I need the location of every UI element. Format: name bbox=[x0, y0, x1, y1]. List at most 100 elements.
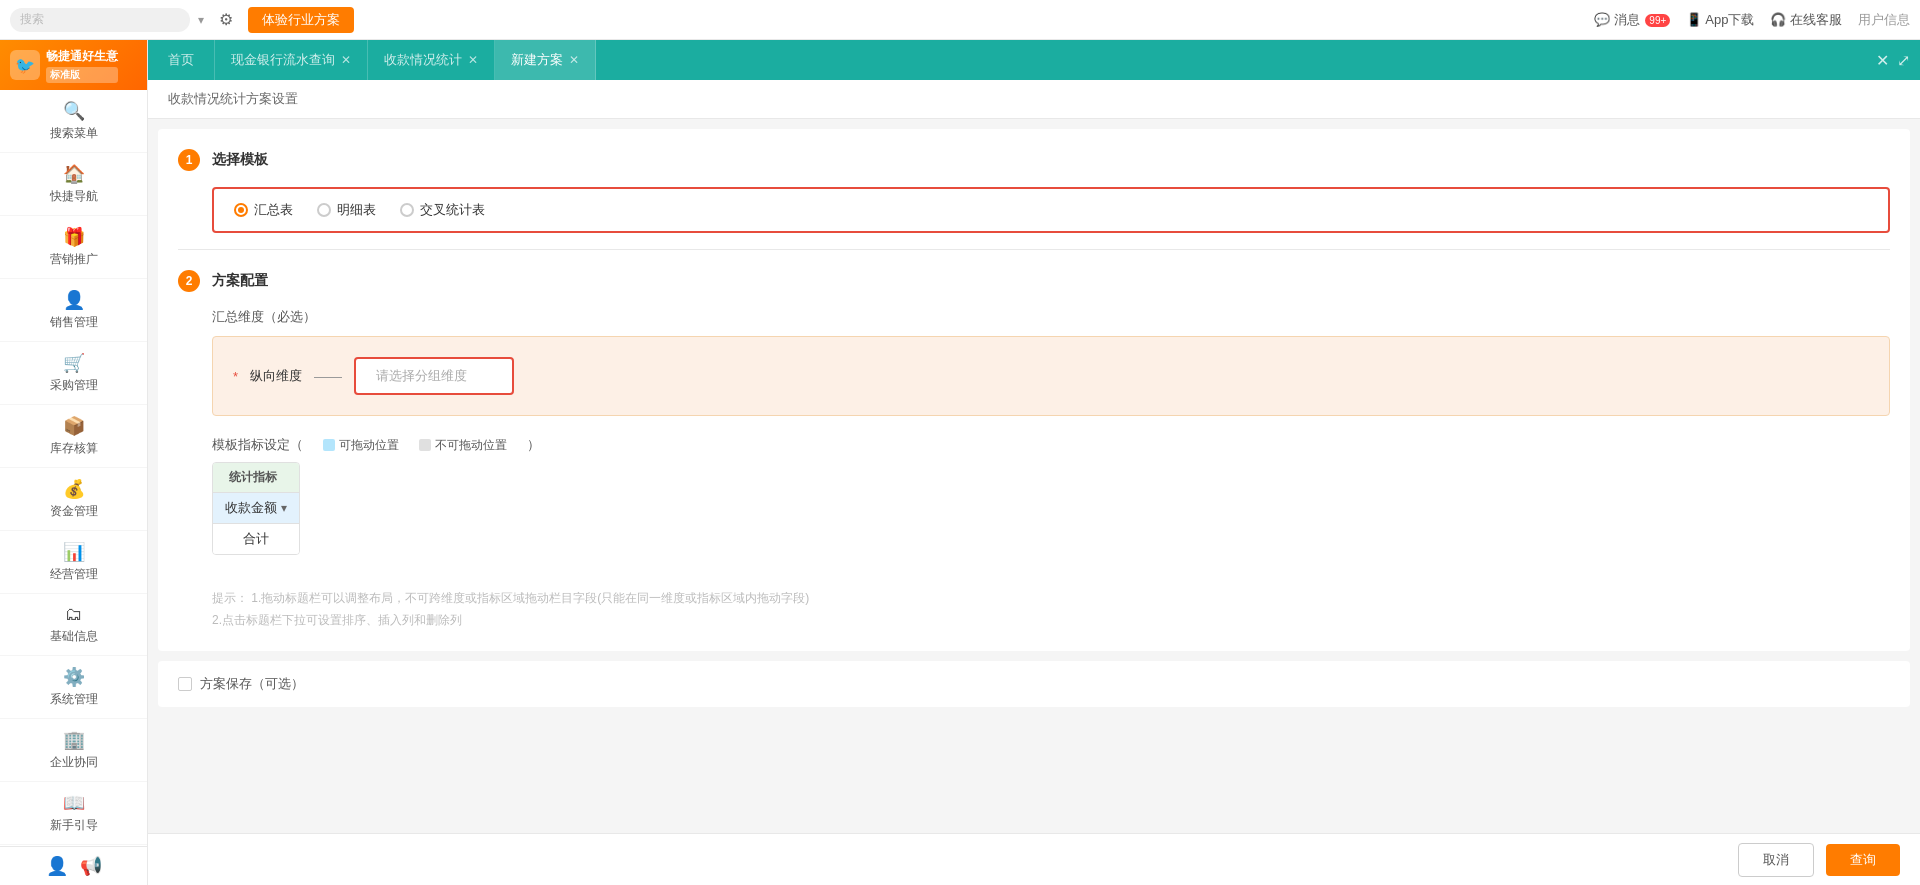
metrics-table-header: 统计指标 bbox=[213, 463, 299, 493]
tab-new-plan-close[interactable]: ✕ bbox=[569, 53, 579, 67]
metrics-row[interactable]: 收款金额 ▾ bbox=[213, 493, 299, 523]
app-download[interactable]: 📱 App下载 bbox=[1686, 11, 1754, 29]
tab-new-plan[interactable]: 新建方案 ✕ bbox=[495, 40, 596, 80]
tab-bar: 首页 现金银行流水查询 ✕ 收款情况统计 ✕ 新建方案 ✕ ✕ ⤢ bbox=[148, 40, 1920, 80]
sidebar-item-sys-manage[interactable]: ⚙️ 系统管理 bbox=[0, 656, 147, 719]
dimension-area: * 纵向维度 —— 请选择分组维度 bbox=[212, 336, 1890, 416]
sidebar-item-sales[interactable]: 👤 销售管理 bbox=[0, 279, 147, 342]
metrics-chevron-icon[interactable]: ▾ bbox=[281, 501, 287, 515]
sidebar-item-label: 经营管理 bbox=[50, 566, 98, 583]
radio-summary-label: 汇总表 bbox=[254, 201, 293, 219]
sales-icon: 👤 bbox=[63, 289, 85, 311]
sidebar-item-quick-nav[interactable]: 🏠 快捷导航 bbox=[0, 153, 147, 216]
top-bar: 搜索 ▾ ⚙ 体验行业方案 💬 消息 99+ 📱 App下载 🎧 在线客服 用户… bbox=[0, 0, 1920, 40]
radio-cross[interactable]: 交叉统计表 bbox=[400, 201, 485, 219]
messages-area[interactable]: 💬 消息 99+ bbox=[1594, 11, 1670, 29]
trial-button[interactable]: 体验行业方案 bbox=[248, 7, 354, 33]
search-menu-icon: 🔍 bbox=[63, 100, 85, 122]
base-info-icon: 🗂 bbox=[65, 604, 83, 625]
cancel-button[interactable]: 取消 bbox=[1738, 843, 1814, 877]
page-header: 收款情况统计方案设置 bbox=[148, 80, 1920, 119]
sidebar-item-label: 系统管理 bbox=[50, 691, 98, 708]
dim-arrow: —— bbox=[314, 368, 342, 384]
radio-summary[interactable]: 汇总表 bbox=[234, 201, 293, 219]
tab-collection-stat-close[interactable]: ✕ bbox=[468, 53, 478, 67]
sidebar-item-label: 企业协同 bbox=[50, 754, 98, 771]
quick-nav-icon: 🏠 bbox=[63, 163, 85, 185]
step2-indicator: 2 方案配置 bbox=[178, 270, 1890, 292]
sidebar-item-base-info[interactable]: 🗂 基础信息 bbox=[0, 594, 147, 656]
dimension-section: 汇总维度（必选） * 纵向维度 —— 请选择分组维度 bbox=[212, 308, 1890, 416]
save-label: 方案保存（可选） bbox=[200, 675, 304, 693]
tab-bank-flow[interactable]: 现金银行流水查询 ✕ bbox=[215, 40, 368, 80]
step1-label: 选择模板 bbox=[212, 151, 268, 169]
query-button[interactable]: 查询 bbox=[1826, 844, 1900, 876]
finance-icon: 💰 bbox=[63, 478, 85, 500]
tab-bank-flow-close[interactable]: ✕ bbox=[341, 53, 351, 67]
sidebar-item-operations[interactable]: 📊 经营管理 bbox=[0, 531, 147, 594]
sidebar-item-enterprise[interactable]: 🏢 企业协同 bbox=[0, 719, 147, 782]
marketing-icon: 🎁 bbox=[63, 226, 85, 248]
search-bar[interactable]: 搜索 bbox=[10, 8, 190, 32]
sidebar-item-label: 销售管理 bbox=[50, 314, 98, 331]
tab-collection-stat-label: 收款情况统计 bbox=[384, 51, 462, 69]
metrics-table: 统计指标 收款金额 ▾ 合计 bbox=[212, 462, 300, 555]
sidebar-item-label: 资金管理 bbox=[50, 503, 98, 520]
fixed-label: 不可拖动位置 bbox=[435, 437, 507, 454]
tab-home[interactable]: 首页 bbox=[148, 40, 215, 80]
divider1 bbox=[178, 249, 1890, 250]
tab-close-all[interactable]: ✕ bbox=[1876, 51, 1889, 70]
tab-maximize[interactable]: ⤢ bbox=[1897, 51, 1910, 70]
radio-detail[interactable]: 明细表 bbox=[317, 201, 376, 219]
tab-new-plan-label: 新建方案 bbox=[511, 51, 563, 69]
sidebar-item-search-menu[interactable]: 🔍 搜索菜单 bbox=[0, 90, 147, 153]
dimension-title: 汇总维度（必选） bbox=[212, 308, 1890, 326]
step2-label: 方案配置 bbox=[212, 272, 268, 290]
sidebar-items: 🔍 搜索菜单 🏠 快捷导航 🎁 营销推广 👤 销售管理 🛒 采购管理 📦 bbox=[0, 90, 147, 846]
sidebar-item-finance[interactable]: 💰 资金管理 bbox=[0, 468, 147, 531]
save-checkbox[interactable] bbox=[178, 677, 192, 691]
required-mark: * bbox=[233, 369, 238, 384]
radio-cross-dot[interactable] bbox=[400, 203, 414, 217]
step2-num: 2 bbox=[178, 270, 200, 292]
sidebar-item-newbie[interactable]: 📖 新手引导 bbox=[0, 782, 147, 845]
operations-icon: 📊 bbox=[63, 541, 85, 563]
fixed-dot bbox=[419, 439, 431, 451]
sidebar-bottom-icon1[interactable]: 👤 bbox=[46, 855, 68, 877]
sidebar-item-label: 搜索菜单 bbox=[50, 125, 98, 142]
config-section: 2 方案配置 汇总维度（必选） * 纵向维度 —— 请选择分组维度 bbox=[178, 270, 1890, 631]
footer-bar: 取消 查询 bbox=[148, 833, 1920, 885]
metrics-title-start: 模板指标设定（ bbox=[212, 436, 303, 454]
sidebar-item-label: 基础信息 bbox=[50, 628, 98, 645]
enterprise-icon: 🏢 bbox=[63, 729, 85, 751]
inventory-icon: 📦 bbox=[63, 415, 85, 437]
legend-movable: 可拖动位置 bbox=[323, 437, 399, 454]
newbie-icon: 📖 bbox=[63, 792, 85, 814]
purchase-icon: 🛒 bbox=[63, 352, 85, 374]
online-service[interactable]: 🎧 在线客服 bbox=[1770, 11, 1842, 29]
user-info[interactable]: 用户信息 bbox=[1858, 11, 1910, 29]
sidebar-item-marketing[interactable]: 🎁 营销推广 bbox=[0, 216, 147, 279]
radio-detail-dot[interactable] bbox=[317, 203, 331, 217]
dimension-select[interactable]: 请选择分组维度 bbox=[354, 357, 514, 395]
expand-icon[interactable]: ▾ bbox=[198, 13, 204, 27]
sidebar-item-inventory[interactable]: 📦 库存核算 bbox=[0, 405, 147, 468]
movable-dot bbox=[323, 439, 335, 451]
sidebar-item-purchase[interactable]: 🛒 采购管理 bbox=[0, 342, 147, 405]
settings-icon[interactable]: ⚙ bbox=[212, 6, 240, 34]
save-section: 方案保存（可选） bbox=[158, 661, 1910, 707]
sidebar-logo: 🐦 畅捷通好生意 标准版 bbox=[0, 40, 147, 90]
tab-collection-stat[interactable]: 收款情况统计 ✕ bbox=[368, 40, 495, 80]
page-header-text: 收款情况统计方案设置 bbox=[168, 91, 298, 106]
tab-bank-flow-label: 现金银行流水查询 bbox=[231, 51, 335, 69]
form-section: 1 选择模板 汇总表 明细表 bbox=[158, 129, 1910, 651]
template-section: 汇总表 明细表 交叉统计表 bbox=[212, 187, 1890, 233]
search-text: 搜索 bbox=[20, 11, 44, 28]
radio-summary-dot[interactable] bbox=[234, 203, 248, 217]
tips-section: 提示： 1.拖动标题栏可以调整布局，不可跨维度或指标区域拖动栏目字段(只能在同一… bbox=[212, 588, 1890, 631]
sidebar-bottom: 👤 📢 bbox=[0, 846, 147, 885]
step1-num: 1 bbox=[178, 149, 200, 171]
sidebar-item-label: 采购管理 bbox=[50, 377, 98, 394]
radio-detail-label: 明细表 bbox=[337, 201, 376, 219]
sidebar-bottom-icon2[interactable]: 📢 bbox=[80, 855, 102, 877]
